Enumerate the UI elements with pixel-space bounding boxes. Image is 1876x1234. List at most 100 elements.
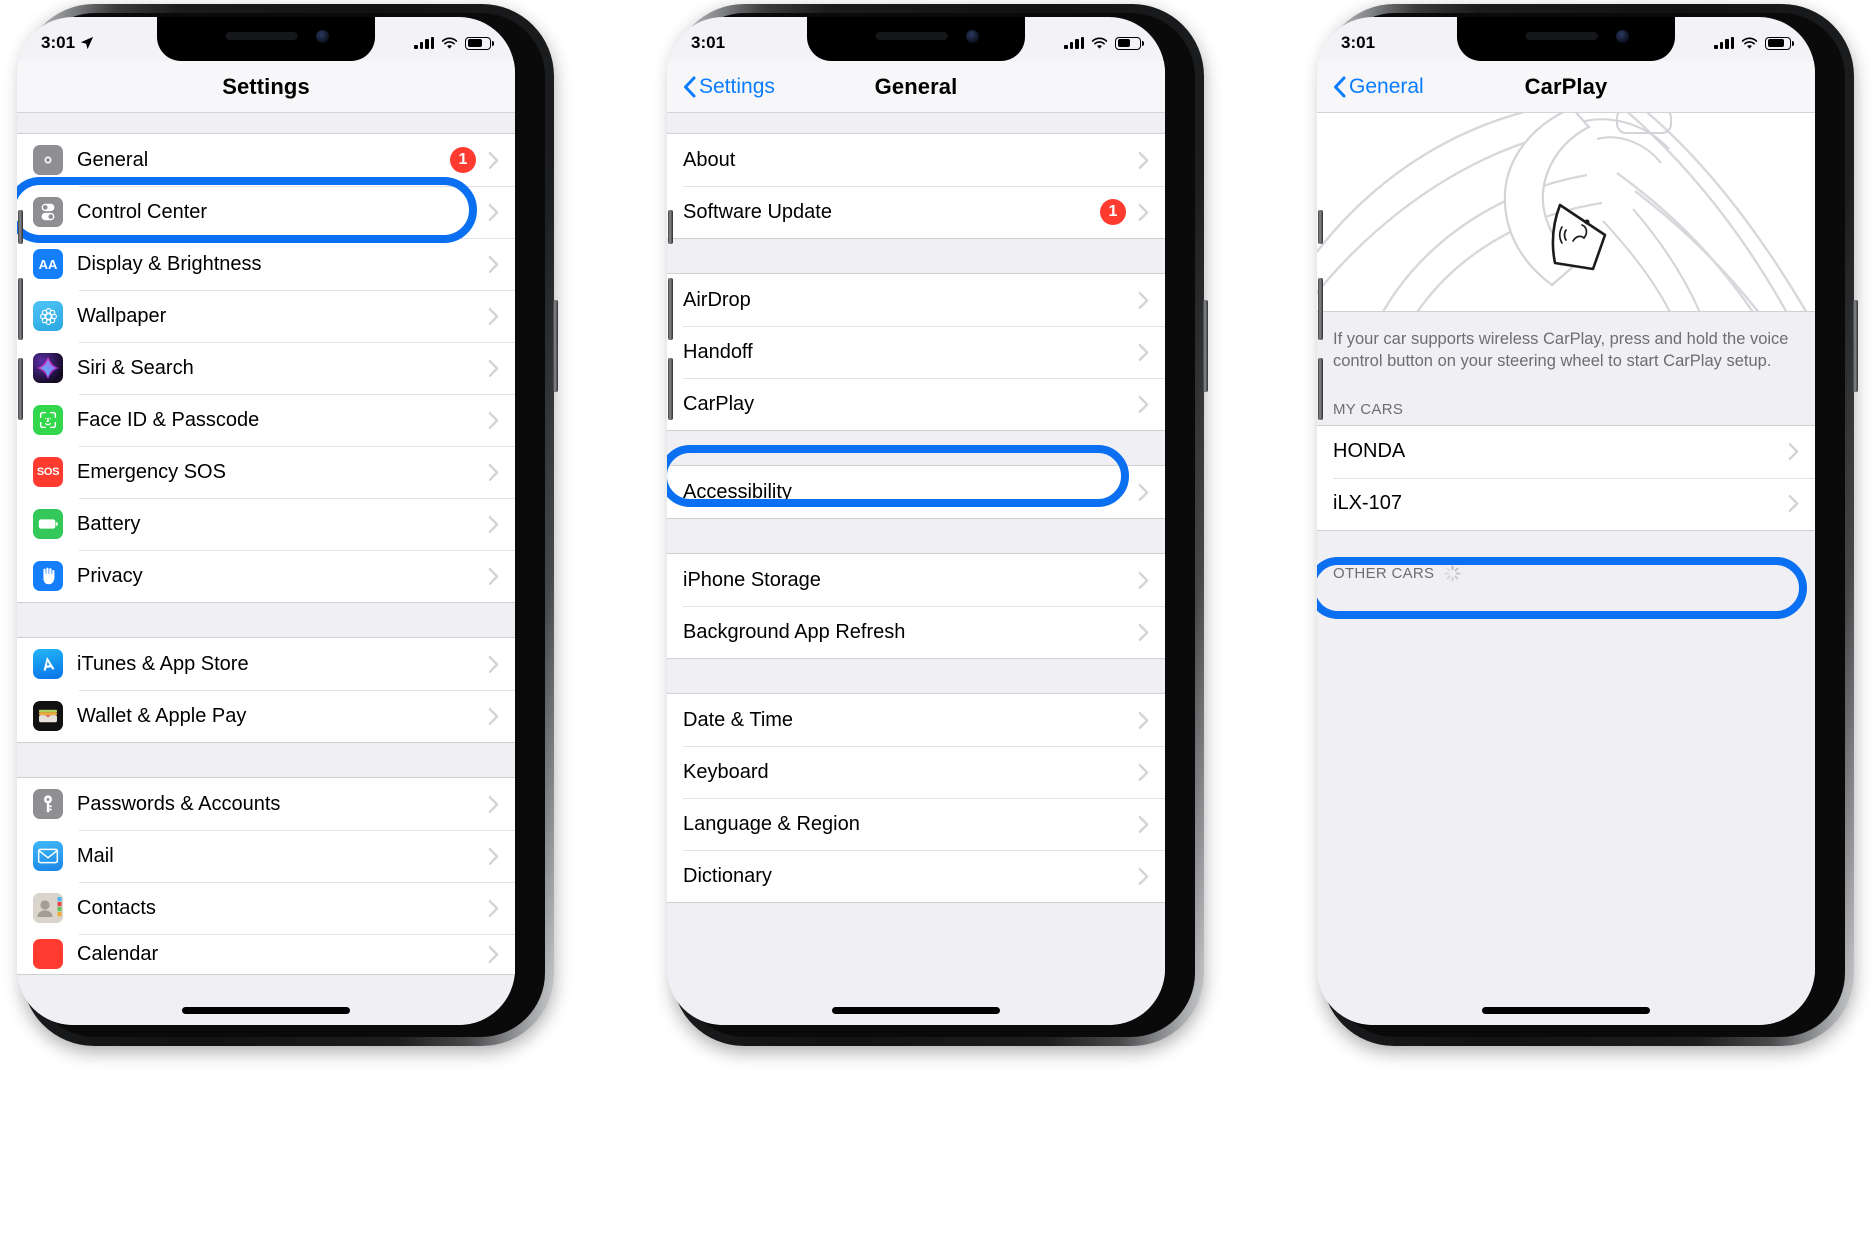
chevron-right-icon: [488, 945, 499, 963]
home-indicator[interactable]: [182, 1007, 350, 1014]
mute-switch: [18, 210, 23, 244]
general-list[interactable]: About Software Update 1 AirDrop Handoff …: [667, 113, 1165, 1025]
control-center-icon: [33, 197, 63, 227]
phone-carplay: 3:01 General CarPlay If your car support…: [1300, 0, 1876, 1234]
loading-spinner-icon: [1444, 565, 1461, 582]
chevron-right-icon: [488, 515, 499, 533]
general-row-label: CarPlay: [683, 392, 755, 415]
power-button: [553, 300, 558, 392]
chevron-right-icon: [488, 847, 499, 865]
settings-row-label: Passwords & Accounts: [77, 792, 281, 815]
chevron-right-icon: [488, 255, 499, 273]
phone-settings: 3:01 Settings General 1 Control Center A…: [0, 0, 576, 1234]
status-time: 3:01: [691, 33, 726, 52]
settings-row-control-center[interactable]: Control Center: [17, 186, 515, 238]
general-row-language-region[interactable]: Language & Region: [667, 798, 1165, 850]
settings-row-face-id-passcode[interactable]: Face ID & Passcode: [17, 394, 515, 446]
car-row-ilx-107[interactable]: iLX-107: [1317, 477, 1815, 530]
settings-row-wallet-apple-pay[interactable]: Wallet & Apple Pay: [17, 690, 515, 742]
general-row-software-update[interactable]: Software Update 1: [667, 186, 1165, 238]
settings-row-battery[interactable]: Battery: [17, 498, 515, 550]
general-row-label: Date & Time: [683, 708, 794, 731]
power-button: [1203, 300, 1208, 392]
settings-group-3: Passwords & Accounts Mail Contacts Calen…: [17, 777, 515, 975]
settings-row-label: Contacts: [77, 896, 156, 919]
general-row-handoff[interactable]: Handoff: [667, 326, 1165, 378]
general-group-1: About Software Update 1: [667, 133, 1165, 239]
settings-row-contacts[interactable]: Contacts: [17, 882, 515, 934]
settings-row-display-brightness[interactable]: AA Display & Brightness: [17, 238, 515, 290]
front-camera: [1616, 30, 1629, 43]
calendar-icon: [33, 939, 63, 969]
phone-screen: 3:01 Settings General 1 Control Center A…: [17, 17, 515, 1025]
phone-general: 3:01 Settings General About Software Upd…: [650, 0, 1226, 1234]
settings-row-calendar[interactable]: Calendar: [17, 934, 515, 974]
settings-row-mail[interactable]: Mail: [17, 830, 515, 882]
general-row-date-time[interactable]: Date & Time: [667, 694, 1165, 746]
front-camera: [316, 30, 329, 43]
settings-row-emergency-sos[interactable]: SOS Emergency SOS: [17, 446, 515, 498]
settings-list[interactable]: General 1 Control Center AA Display & Br…: [17, 113, 515, 1025]
general-row-iphone-storage[interactable]: iPhone Storage: [667, 554, 1165, 606]
settings-row-passwords-accounts[interactable]: Passwords & Accounts: [17, 778, 515, 830]
chevron-right-icon: [1138, 571, 1149, 589]
chevron-right-icon: [1138, 815, 1149, 833]
notch: [157, 17, 375, 61]
volume-up-button: [668, 278, 673, 340]
chevron-right-icon: [488, 359, 499, 377]
general-row-keyboard[interactable]: Keyboard: [667, 746, 1165, 798]
home-indicator[interactable]: [832, 1007, 1000, 1014]
display-brightness-icon: AA: [33, 249, 63, 279]
volume-down-button: [668, 358, 673, 420]
wallet-icon: [33, 701, 63, 731]
settings-row-label: iTunes & App Store: [77, 652, 249, 675]
general-row-background-app-refresh[interactable]: Background App Refresh: [667, 606, 1165, 658]
wallpaper-icon: [33, 301, 63, 331]
settings-row-itunes-app-store[interactable]: iTunes & App Store: [17, 638, 515, 690]
general-row-carplay[interactable]: CarPlay: [667, 378, 1165, 430]
general-group-3: Accessibility: [667, 465, 1165, 519]
general-row-label: Background App Refresh: [683, 620, 906, 643]
wifi-icon: [1741, 37, 1758, 49]
chevron-right-icon: [1138, 867, 1149, 885]
car-row-honda[interactable]: HONDA: [1317, 425, 1815, 478]
settings-row-label: Mail: [77, 844, 114, 867]
settings-row-siri-search[interactable]: Siri & Search: [17, 342, 515, 394]
general-row-airdrop[interactable]: AirDrop: [667, 274, 1165, 326]
general-row-label: Keyboard: [683, 760, 769, 783]
chevron-right-icon: [1138, 623, 1149, 641]
front-camera: [966, 30, 979, 43]
status-time: 3:01: [1341, 33, 1376, 52]
sos-icon: SOS: [33, 457, 63, 487]
settings-row-label: Emergency SOS: [77, 460, 226, 483]
navigation-bar: Settings: [17, 61, 515, 113]
status-badge: 1: [1100, 199, 1126, 225]
general-row-accessibility[interactable]: Accessibility: [667, 466, 1165, 518]
settings-row-privacy[interactable]: Privacy: [17, 550, 515, 602]
general-row-label: iPhone Storage: [683, 568, 821, 591]
settings-group-1: General 1 Control Center AA Display & Br…: [17, 133, 515, 603]
back-button[interactable]: General: [1333, 75, 1424, 99]
my-cars-header: MY CARS: [1317, 377, 1815, 425]
back-button[interactable]: Settings: [683, 75, 775, 99]
steering-wheel-drawing: [1317, 113, 1808, 311]
earpiece-speaker: [1525, 32, 1598, 40]
general-row-label: Accessibility: [683, 480, 792, 503]
app-store-icon: [33, 649, 63, 679]
location-arrow-icon: [80, 36, 94, 50]
cellular-bars-icon: [1714, 37, 1734, 49]
chevron-right-icon: [488, 567, 499, 585]
chevron-right-icon: [1138, 395, 1149, 413]
settings-row-general[interactable]: General 1: [17, 134, 515, 186]
home-indicator[interactable]: [1482, 1007, 1650, 1014]
settings-row-label: General: [77, 148, 149, 171]
settings-row-wallpaper[interactable]: Wallpaper: [17, 290, 515, 342]
my-cars-header-label: MY CARS: [1333, 400, 1404, 418]
carplay-content[interactable]: If your car supports wireless CarPlay, p…: [1317, 113, 1815, 1025]
notch: [1457, 17, 1675, 61]
settings-group-2: iTunes & App Store Wallet & Apple Pay: [17, 637, 515, 743]
general-row-about[interactable]: About: [667, 134, 1165, 186]
general-row-dictionary[interactable]: Dictionary: [667, 850, 1165, 902]
general-group-2: AirDrop Handoff CarPlay: [667, 273, 1165, 431]
mute-switch: [1318, 210, 1323, 244]
